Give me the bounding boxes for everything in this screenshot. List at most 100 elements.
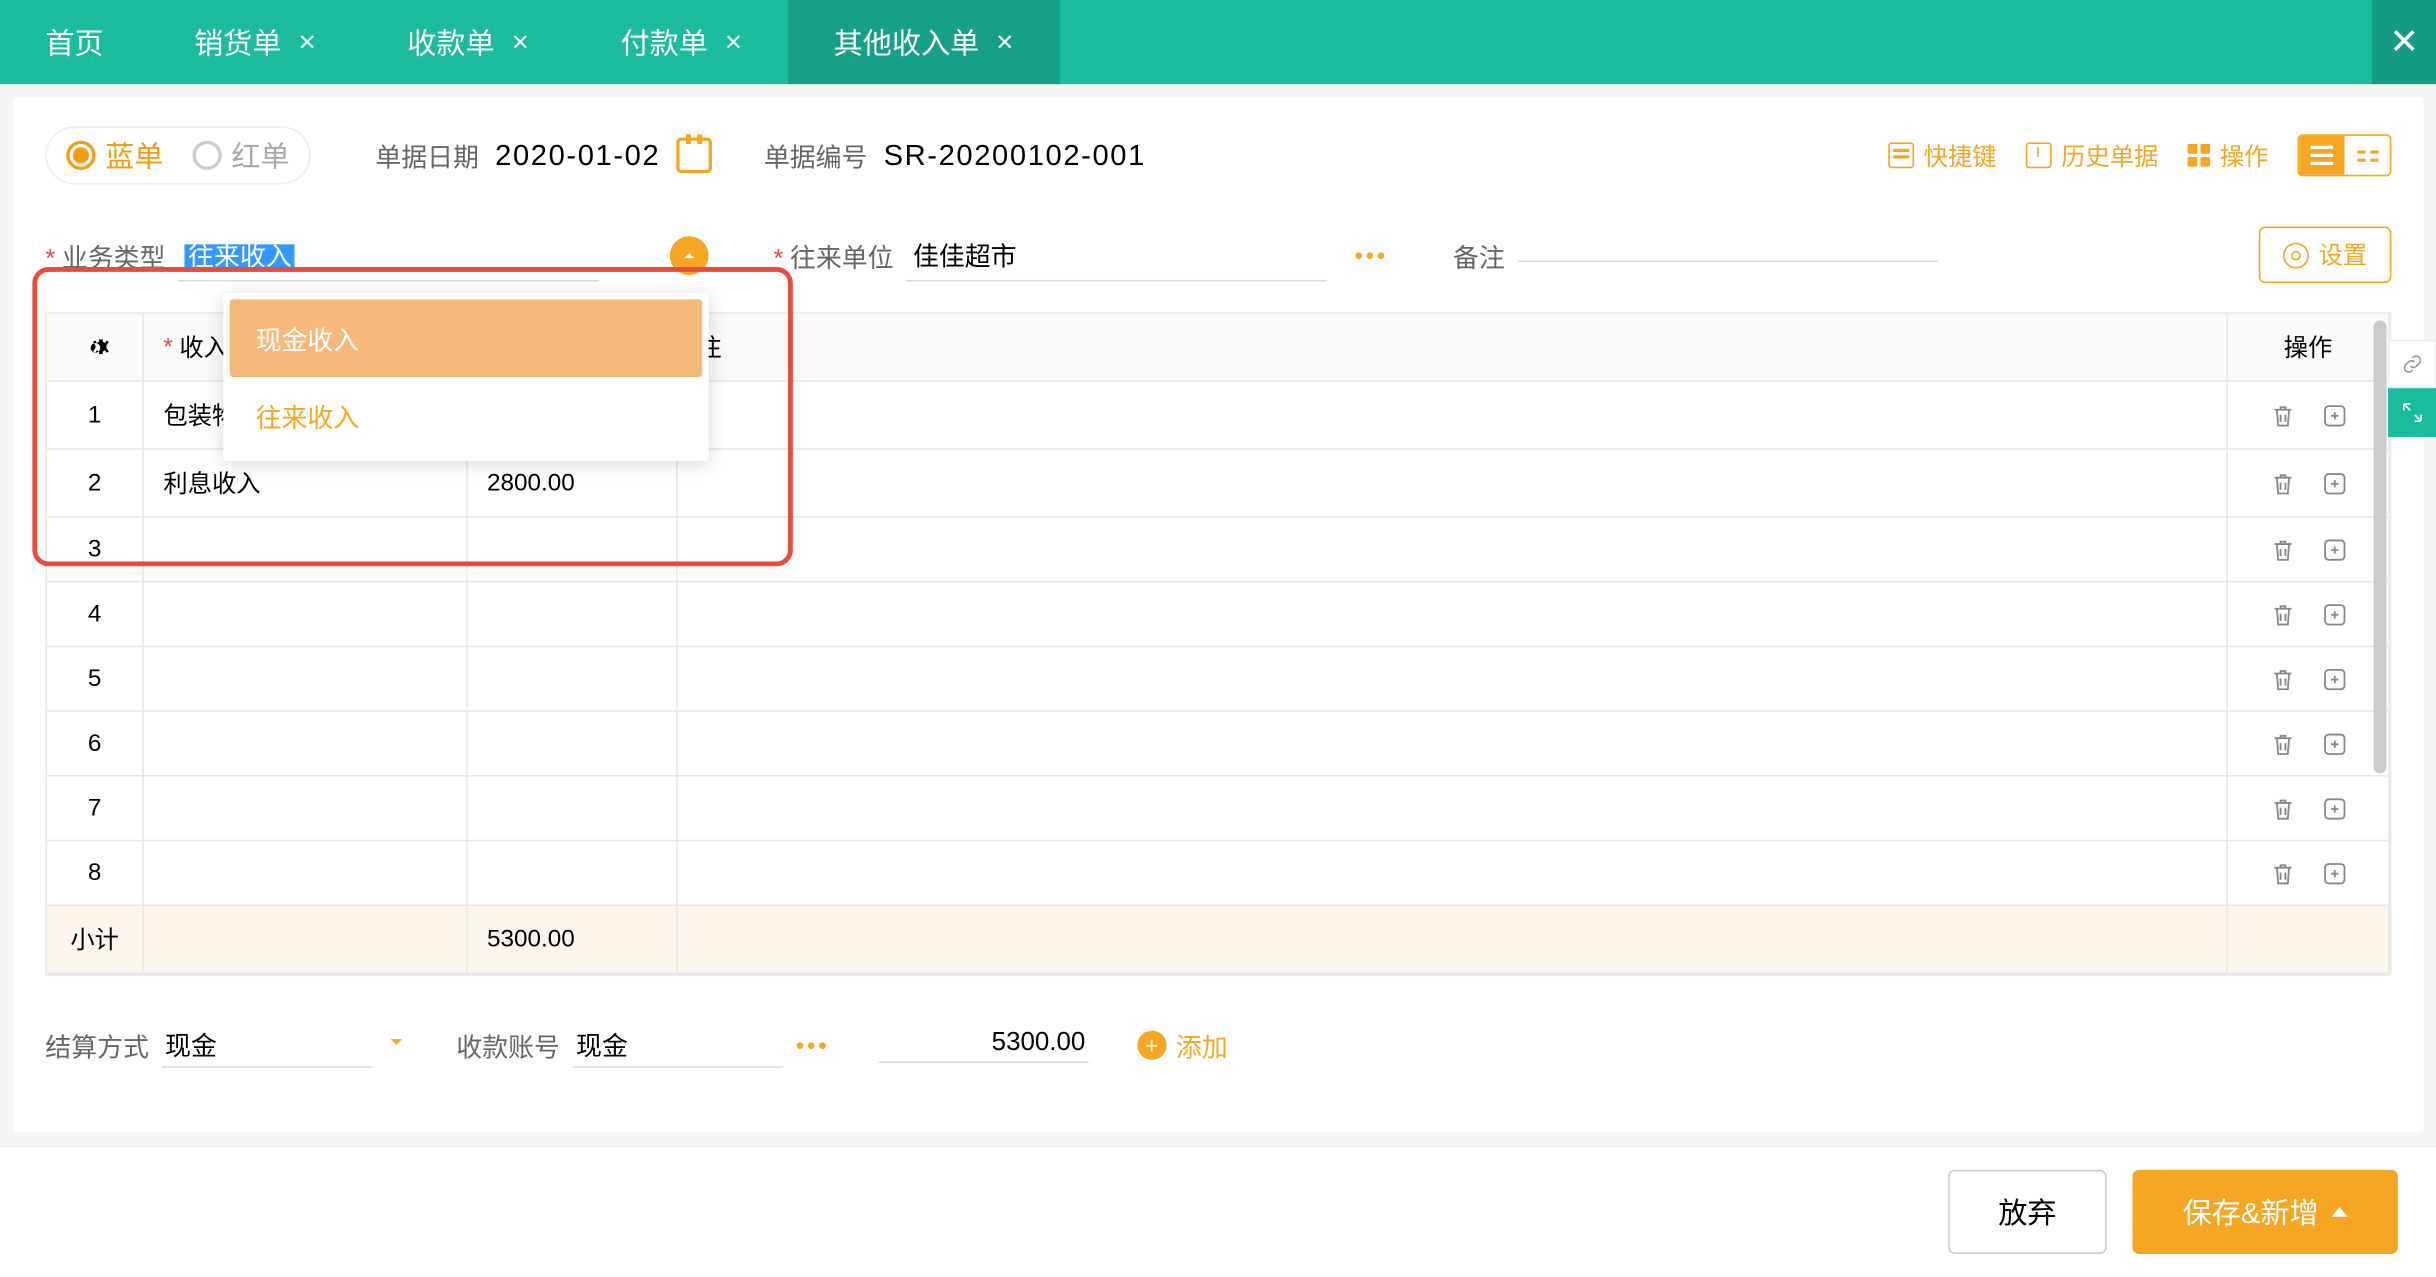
docno-value: SR-20200102-001	[884, 138, 1146, 172]
row-index: 4	[47, 582, 144, 647]
row-name[interactable]	[144, 647, 468, 712]
calendar-icon[interactable]	[676, 138, 712, 174]
row-amount[interactable]	[468, 841, 678, 906]
add-row-icon[interactable]	[2319, 858, 2348, 887]
add-row-icon[interactable]	[2319, 664, 2348, 693]
tab-sales[interactable]: 销货单✕	[149, 0, 362, 84]
row-ops	[2228, 382, 2390, 450]
tab-payment[interactable]: 付款单✕	[575, 0, 788, 84]
keyboard-icon	[1888, 142, 1914, 168]
close-icon[interactable]: ✕	[995, 28, 1014, 56]
delete-icon[interactable]	[2268, 794, 2297, 823]
header-gear[interactable]	[47, 314, 144, 382]
row-remark[interactable]	[678, 712, 2228, 777]
account-more-icon[interactable]: •••	[796, 1031, 830, 1057]
add-payment-button[interactable]: +添加	[1137, 1025, 1228, 1064]
tab-other-income[interactable]: 其他收入单✕	[788, 0, 1059, 84]
settle-value[interactable]: 现金	[162, 1021, 372, 1068]
add-row-icon[interactable]	[2319, 599, 2348, 628]
row-index: 3	[47, 518, 144, 583]
add-row-icon[interactable]	[2319, 400, 2348, 429]
tab-bar: 首页 销货单✕ 收款单✕ 付款单✕ 其他收入单✕ ✕	[0, 0, 2436, 84]
settle-field: 结算方式 现金	[45, 1021, 407, 1068]
doc-type-radio: 蓝单 红单	[45, 126, 310, 184]
header-ops: 操作	[2228, 314, 2390, 382]
ops-link[interactable]: 操作	[2188, 138, 2269, 172]
subtotal-label: 小计	[47, 906, 144, 974]
date-value[interactable]: 2020-01-02	[495, 138, 660, 172]
row-remark[interactable]	[678, 382, 2228, 450]
row-name[interactable]	[144, 712, 468, 777]
option-ar-income[interactable]: 往来收入	[230, 377, 702, 455]
row-ops	[2228, 777, 2390, 842]
caret-up-icon	[2332, 1207, 2348, 1217]
subtotal-amount: 5300.00	[468, 906, 678, 974]
delete-icon[interactable]	[2268, 468, 2297, 497]
footer: 放弃 保存&新增	[0, 1146, 2436, 1277]
row-ops	[2228, 582, 2390, 647]
row-remark[interactable]	[678, 450, 2228, 518]
table-row: 8	[47, 841, 2390, 906]
delete-icon[interactable]	[2268, 664, 2297, 693]
delete-icon[interactable]	[2268, 400, 2297, 429]
remark-input[interactable]	[1518, 248, 1939, 263]
row-remark[interactable]	[678, 777, 2228, 842]
row-ops	[2228, 841, 2390, 906]
chevron-down-icon[interactable]	[385, 1031, 408, 1059]
row-ops	[2228, 450, 2390, 518]
row-amount[interactable]	[468, 712, 678, 777]
subtotal-row: 小计 5300.00	[47, 906, 2390, 974]
delete-icon[interactable]	[2268, 599, 2297, 628]
side-tools	[2388, 340, 2436, 437]
close-icon[interactable]: ✕	[511, 28, 530, 56]
chevron-up-icon[interactable]	[670, 235, 709, 274]
close-icon[interactable]: ✕	[724, 28, 743, 56]
date-label: 单据日期	[375, 136, 479, 175]
settings-button[interactable]: 设置	[2259, 227, 2392, 284]
option-cash-income[interactable]: 现金收入	[230, 299, 702, 377]
row-name[interactable]	[144, 582, 468, 647]
row-name[interactable]	[144, 777, 468, 842]
row-remark[interactable]	[678, 647, 2228, 712]
close-icon[interactable]: ✕	[298, 28, 317, 56]
row-amount[interactable]	[468, 777, 678, 842]
account-value[interactable]: 现金	[573, 1021, 783, 1068]
amount-value[interactable]: 5300.00	[878, 1026, 1088, 1063]
delete-icon[interactable]	[2268, 729, 2297, 758]
history-link[interactable]: 历史单据	[2026, 138, 2159, 172]
add-row-icon[interactable]	[2319, 794, 2348, 823]
view-grid[interactable]	[2344, 136, 2389, 175]
row-amount[interactable]	[468, 647, 678, 712]
remark-label: 备注	[1453, 235, 1505, 274]
expand-icon[interactable]	[2388, 388, 2436, 437]
row-name[interactable]	[144, 518, 468, 583]
save-button[interactable]: 保存&新增	[2132, 1170, 2397, 1254]
add-row-icon[interactable]	[2319, 468, 2348, 497]
row-remark[interactable]	[678, 841, 2228, 906]
view-list[interactable]	[2299, 136, 2344, 175]
row-amount[interactable]	[468, 518, 678, 583]
scrollbar[interactable]	[2374, 320, 2387, 967]
tab-home[interactable]: 首页	[0, 0, 149, 84]
row-name[interactable]	[144, 841, 468, 906]
radio-blue[interactable]: 蓝单	[66, 134, 163, 176]
link-icon[interactable]	[2388, 340, 2436, 389]
add-row-icon[interactable]	[2319, 535, 2348, 564]
row-index: 1	[47, 382, 144, 450]
add-row-icon[interactable]	[2319, 729, 2348, 758]
row-remark[interactable]	[678, 582, 2228, 647]
discard-button[interactable]: 放弃	[1948, 1170, 2107, 1254]
biz-type-input[interactable]: 往来收入	[178, 228, 599, 281]
table-row: 3	[47, 518, 2390, 583]
biz-type-label: 业务类型	[45, 235, 165, 274]
tab-receipt[interactable]: 收款单✕	[362, 0, 575, 84]
row-remark[interactable]	[678, 518, 2228, 583]
delete-icon[interactable]	[2268, 535, 2297, 564]
delete-icon[interactable]	[2268, 858, 2297, 887]
shortcut-link[interactable]: 快捷键	[1888, 138, 1996, 172]
party-more-icon[interactable]: •••	[1355, 242, 1389, 268]
radio-red[interactable]: 红单	[193, 134, 290, 176]
close-all-button[interactable]: ✕	[2372, 0, 2436, 84]
row-amount[interactable]	[468, 582, 678, 647]
party-input[interactable]: 佳佳超市	[906, 228, 1327, 281]
